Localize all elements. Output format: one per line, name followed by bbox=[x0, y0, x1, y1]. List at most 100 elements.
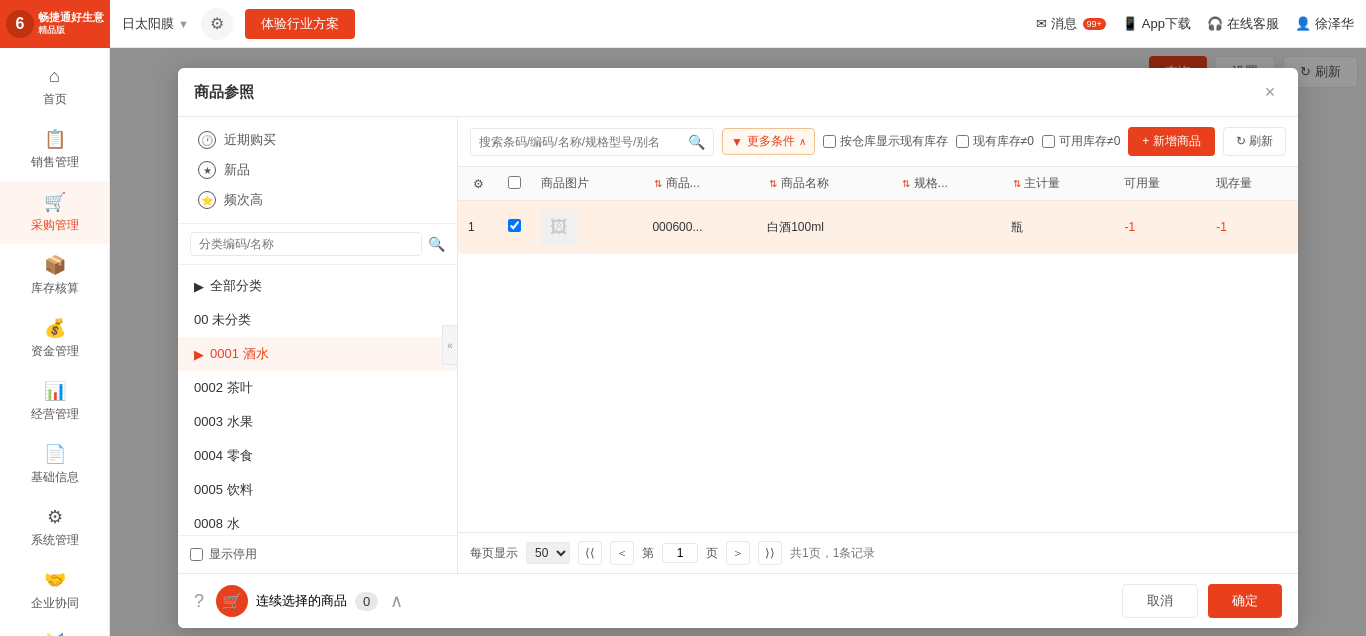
logo: 6 畅捷通好生意 精品版 bbox=[0, 0, 110, 48]
total-pages-text: 共1页，1条记录 bbox=[790, 545, 875, 562]
available-stock-checkbox[interactable] bbox=[1042, 135, 1055, 148]
current-stock-filter[interactable]: 现有库存≠0 bbox=[956, 133, 1034, 150]
purchase-icon: 🛒 bbox=[44, 191, 66, 213]
more-filter-button[interactable]: ▼ 更多条件 ∧ bbox=[722, 128, 815, 155]
current-stock-checkbox[interactable] bbox=[956, 135, 969, 148]
product-search-box: 🔍 bbox=[470, 128, 714, 156]
td-checkbox[interactable] bbox=[498, 201, 531, 254]
th-unit[interactable]: ⇅ 主计量 bbox=[1001, 167, 1115, 201]
refresh-button[interactable]: ↻ 刷新 bbox=[1223, 127, 1286, 156]
sidebar-item-operations[interactable]: 📊 经营管理 bbox=[0, 370, 109, 433]
sort-icon-spec: ⇅ bbox=[902, 178, 910, 189]
product-reference-modal: 商品参照 × 🕐 近期购买 ★ bbox=[178, 68, 1298, 628]
last-page-button[interactable]: ⟩⟩ bbox=[758, 541, 782, 565]
per-page-select[interactable]: 50 bbox=[526, 542, 570, 564]
cat-snack[interactable]: 0004 零食 bbox=[178, 439, 457, 473]
main-content: 查询 设置 ↻ 刷新 商品参照 × bbox=[110, 48, 1366, 636]
modal-title: 商品参照 bbox=[194, 83, 254, 102]
category-search-icon[interactable]: 🔍 bbox=[428, 236, 445, 252]
th-image-label: 商品图片 bbox=[541, 176, 589, 190]
sidebar-label-system: 系统管理 bbox=[31, 532, 79, 549]
sidebar-item-home[interactable]: ⌂ 首页 bbox=[0, 56, 109, 118]
cat-label-drink: 0005 饮料 bbox=[194, 481, 253, 499]
td-image: 🖼 bbox=[531, 201, 642, 254]
warehouse-filter[interactable]: 按仓库显示现有库存 bbox=[823, 133, 948, 150]
th-available: 可用量 bbox=[1114, 167, 1206, 201]
support-button[interactable]: 🎧 在线客服 bbox=[1207, 15, 1279, 33]
prev-page-button[interactable]: ＜ bbox=[610, 541, 634, 565]
category-collapse-button[interactable]: « bbox=[442, 325, 458, 365]
th-spec[interactable]: ⇅ 规格... bbox=[890, 167, 1000, 201]
sidebar-item-sales[interactable]: 📋 销售管理 bbox=[0, 118, 109, 181]
warehouse-checkbox[interactable] bbox=[823, 135, 836, 148]
cat-label-tea: 0002 茶叶 bbox=[194, 379, 253, 397]
page-input[interactable] bbox=[662, 543, 698, 563]
selected-count-badge: 0 bbox=[355, 592, 378, 611]
quick-frequent[interactable]: ⭐ 频次高 bbox=[190, 185, 445, 215]
sidebar-item-finance[interactable]: 💰 资金管理 bbox=[0, 307, 109, 370]
available-stock-filter[interactable]: 可用库存≠0 bbox=[1042, 133, 1120, 150]
store-selector[interactable]: 日太阳膜 ▼ bbox=[122, 15, 189, 33]
cat-water[interactable]: 0008 水 bbox=[178, 507, 457, 535]
cat-tea[interactable]: 0002 茶叶 bbox=[178, 371, 457, 405]
new-icon: ★ bbox=[198, 161, 216, 179]
add-product-button[interactable]: + 新增商品 bbox=[1128, 127, 1214, 156]
filter-arrow-icon: ∧ bbox=[799, 136, 806, 147]
quick-filters: 🕐 近期购买 ★ 新品 ⭐ 频次高 bbox=[178, 117, 457, 224]
category-search-input[interactable] bbox=[190, 232, 422, 256]
quick-recent[interactable]: 🕐 近期购买 bbox=[190, 125, 445, 155]
product-search-icon[interactable]: 🔍 bbox=[680, 129, 713, 155]
th-checkbox[interactable] bbox=[498, 167, 531, 201]
sidebar-item-purchase[interactable]: 🛒 采购管理 bbox=[0, 181, 109, 244]
cancel-button[interactable]: 取消 bbox=[1122, 584, 1198, 618]
product-search-input[interactable] bbox=[471, 130, 680, 154]
messages-button[interactable]: ✉ 消息 99+ bbox=[1036, 15, 1106, 33]
app-download-button[interactable]: 📱 App下载 bbox=[1122, 15, 1191, 33]
sidebar-label-home: 首页 bbox=[43, 91, 67, 108]
th-code[interactable]: ⇅ 商品... bbox=[642, 167, 757, 201]
trial-button[interactable]: 体验行业方案 bbox=[245, 9, 355, 39]
first-page-button[interactable]: ⟨⟨ bbox=[578, 541, 602, 565]
cat-arrow-all: ▶ bbox=[194, 279, 204, 294]
th-settings[interactable]: ⚙ bbox=[458, 167, 498, 201]
headset-icon: 🎧 bbox=[1207, 16, 1223, 31]
cat-uncategorized[interactable]: 00 未分类 bbox=[178, 303, 457, 337]
modal-close-button[interactable]: × bbox=[1258, 80, 1282, 104]
cat-drink[interactable]: 0005 饮料 bbox=[178, 473, 457, 507]
newbie-icon: 🔰 bbox=[44, 632, 66, 636]
show-disabled-checkbox[interactable] bbox=[190, 548, 203, 561]
sidebar-item-newbie[interactable]: 🔰 新手引导 bbox=[0, 622, 109, 636]
settings-icon[interactable]: ⚙ bbox=[201, 8, 233, 40]
cat-fruit[interactable]: 0003 水果 bbox=[178, 405, 457, 439]
select-all-checkbox[interactable] bbox=[508, 176, 521, 189]
user-icon: 👤 bbox=[1295, 16, 1311, 31]
quick-recent-label: 近期购买 bbox=[224, 131, 276, 149]
sidebar-item-system[interactable]: ⚙ 系统管理 bbox=[0, 496, 109, 559]
home-icon: ⌂ bbox=[49, 66, 60, 87]
cart-icon[interactable]: 🛒 bbox=[216, 585, 248, 617]
row-checkbox[interactable] bbox=[508, 219, 521, 232]
user-menu[interactable]: 👤 徐泽华 bbox=[1295, 15, 1354, 33]
next-page-button[interactable]: ＞ bbox=[726, 541, 750, 565]
footer-collapse-icon[interactable]: ∧ bbox=[390, 590, 403, 612]
sidebar-label-inventory: 库存核算 bbox=[31, 280, 79, 297]
footer-actions: 取消 确定 bbox=[1122, 584, 1282, 618]
td-seq: 1 bbox=[458, 201, 498, 254]
sort-icon-name: ⇅ bbox=[769, 178, 777, 189]
store-name: 日太阳膜 bbox=[122, 15, 174, 33]
show-disabled-label: 显示停用 bbox=[209, 546, 257, 563]
quick-new[interactable]: ★ 新品 bbox=[190, 155, 445, 185]
sidebar-item-inventory[interactable]: 📦 库存核算 bbox=[0, 244, 109, 307]
help-icon[interactable]: ? bbox=[194, 591, 204, 612]
modal-overlay: 商品参照 × 🕐 近期购买 ★ bbox=[110, 48, 1366, 636]
sidebar-item-collab[interactable]: 🤝 企业协同 bbox=[0, 559, 109, 622]
product-toolbar: 🔍 ▼ 更多条件 ∧ 按仓库显示现有库存 bbox=[458, 117, 1298, 167]
table-row[interactable]: 1 🖼 000600... 白酒100ml bbox=[458, 201, 1298, 254]
cat-all[interactable]: ▶ 全部分类 bbox=[178, 269, 457, 303]
sidebar-item-basic-info[interactable]: 📄 基础信息 bbox=[0, 433, 109, 496]
product-data-table: ⚙ 商品图片 ⇅ 商品... bbox=[458, 167, 1298, 254]
modal-body: 🕐 近期购买 ★ 新品 ⭐ 频次高 bbox=[178, 117, 1298, 573]
confirm-button[interactable]: 确定 bbox=[1208, 584, 1282, 618]
th-name[interactable]: ⇅ 商品名称 bbox=[757, 167, 890, 201]
cat-liquor[interactable]: ▶ 0001 酒水 bbox=[178, 337, 457, 371]
